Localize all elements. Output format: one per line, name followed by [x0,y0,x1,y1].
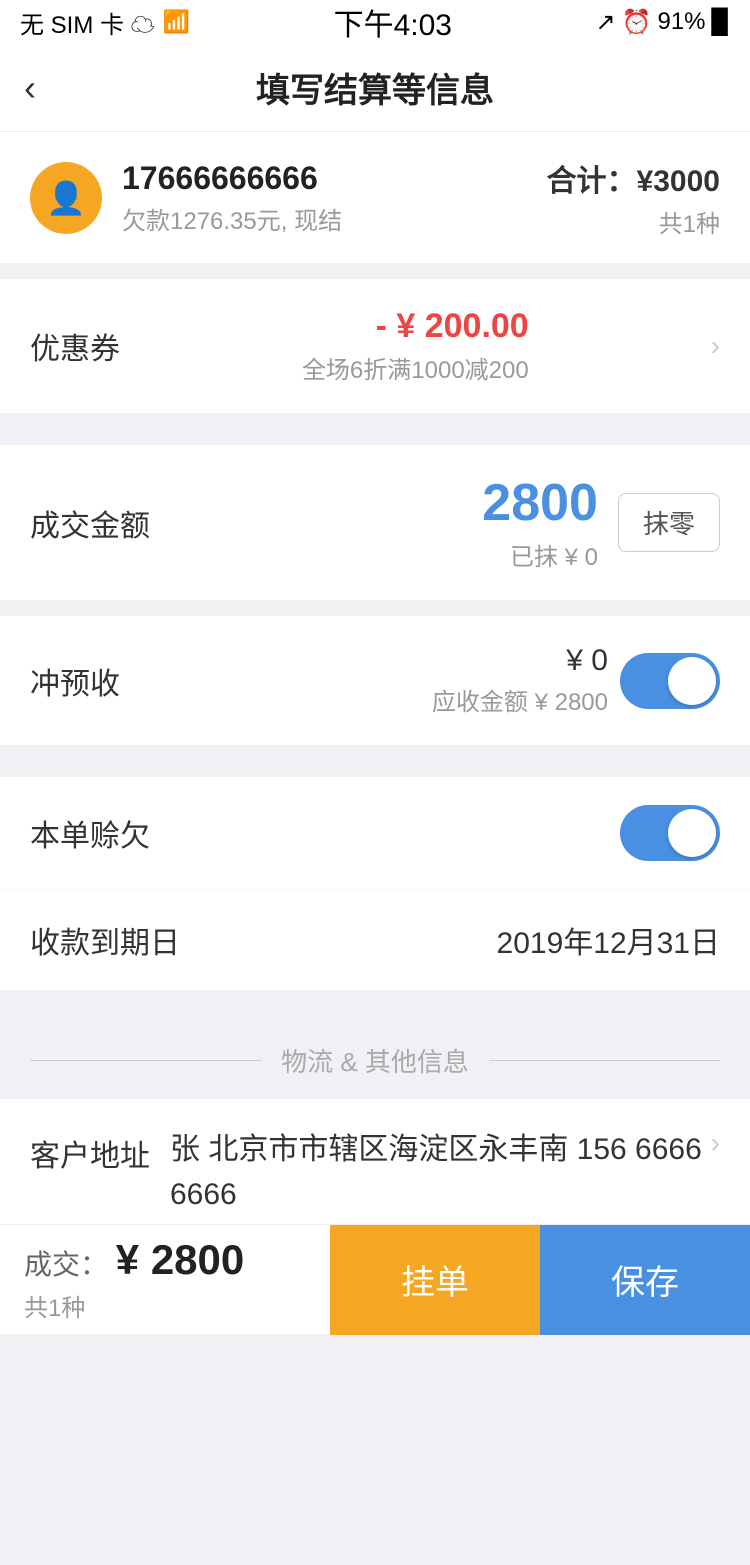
advance-right: ¥ 0 应收金额 ¥ 2800 [432,644,720,717]
nav-bar: ‹ 填写结算等信息 [0,44,750,132]
bottom-deal-row: 成交： ¥ 2800 [24,1236,306,1284]
address-label: 客户地址 [30,1127,150,1175]
coupon-row[interactable]: 优惠券 - ¥ 200.00 全场6折满1000减200 › [0,279,750,413]
due-date-value: 2019年12月31日 [497,918,720,962]
bottom-bar: 成交： ¥ 2800 共1种 挂单 保存 [0,1224,750,1334]
status-right: ↗ ⏰ 91% ▉ [595,8,730,37]
status-bar: 无 SIM 卡 ☁ 📶 下午4:03 ↗ ⏰ 91% ▉ [0,0,750,44]
back-button[interactable]: ‹ [24,67,36,109]
avatar: 👤 [30,162,102,234]
coupon-label: 优惠券 [30,324,120,368]
coupon-section: 优惠券 - ¥ 200.00 全场6折满1000减200 › [0,279,750,413]
save-button[interactable]: 保存 [540,1225,750,1335]
sep-line-left [30,1060,261,1061]
page-title: 填写结算等信息 [256,63,494,112]
battery-icon: ▉ [712,8,730,37]
divider-3 [0,1006,750,1022]
content: 👤 17666666666 欠款1276.35元, 现结 合计：¥3000 共1… [0,132,750,1565]
total-label: 合计：¥3000 [547,156,720,200]
customer-phone: 17666666666 [122,160,342,197]
address-chevron: › [711,1127,720,1159]
alarm-icon: ⏰ [622,8,652,37]
location-icon: ↗ [595,8,615,37]
debt-label: 本单赊欠 [30,811,150,855]
divider-2 [0,761,750,777]
debt-section: 本单赊欠 收款到期日 2019年12月31日 [0,777,750,990]
due-date-label: 收款到期日 [30,918,180,962]
status-left: 无 SIM 卡 ☁ 📶 [20,5,190,40]
bottom-summary: 成交： ¥ 2800 共1种 [0,1236,330,1323]
debt-toggle-track [620,805,720,861]
wifi-icon: 📶 [163,9,190,35]
coupon-value: - ¥ 200.00 [302,307,529,346]
customer-right: 合计：¥3000 共1种 [547,156,720,239]
bottom-count: 共1种 [24,1288,306,1323]
deal-amount-row: 成交金额 2800 已抹 ¥ 0 抹零 [0,445,750,600]
round-button[interactable]: 抹零 [618,493,720,552]
deal-amount-label: 成交金额 [30,501,150,545]
advance-label: 冲预收 [30,659,120,703]
deal-sub: 已抹 ¥ 0 [510,537,598,572]
coupon-chevron: › [711,330,720,362]
customer-info: 17666666666 欠款1276.35元, 现结 [122,160,342,236]
advance-toggle-track [620,653,720,709]
avatar-icon: 👤 [46,179,86,217]
due-date-row: 收款到期日 2019年12月31日 [0,890,750,990]
debt-toggle-thumb [668,809,716,857]
customer-card: 👤 17666666666 欠款1276.35元, 现结 合计：¥3000 共1… [0,132,750,263]
advance-toggle-thumb [668,657,716,705]
debt-row: 本单赊欠 [0,777,750,890]
divider-1 [0,429,750,445]
bottom-deal-label: 成交： [24,1249,108,1280]
advance-sub: 应收金额 ¥ 2800 [432,682,608,717]
deal-amount-section: 成交金额 2800 已抹 ¥ 0 抹零 [0,445,750,600]
deal-right: 2800 已抹 ¥ 0 抹零 [482,473,720,572]
customer-subtext: 欠款1276.35元, 现结 [122,201,342,236]
coupon-desc: 全场6折满1000减200 [302,350,529,385]
status-time: 下午4:03 [334,0,452,44]
debt-toggle[interactable] [620,805,720,861]
battery-label: 91% [657,8,705,36]
bottom-amount: ¥ 2800 [116,1236,244,1283]
logistics-separator: 物流 & 其他信息 [0,1022,750,1099]
address-content: 张 北京市市辖区海淀区永丰南 156 6666 6666 [170,1127,711,1217]
advance-row: 冲预收 ¥ 0 应收金额 ¥ 2800 [0,616,750,745]
logistics-sep-text: 物流 & 其他信息 [281,1042,469,1079]
sep-line-right [489,1060,720,1061]
customer-left: 👤 17666666666 欠款1276.35元, 现结 [30,160,342,236]
sim-label: 无 SIM 卡 ☁ [20,5,155,40]
coupon-right: - ¥ 200.00 全场6折满1000减200 [302,307,529,385]
advance-section: 冲预收 ¥ 0 应收金额 ¥ 2800 [0,616,750,745]
advance-value: ¥ 0 [432,644,608,678]
hang-button[interactable]: 挂单 [330,1225,540,1335]
advance-toggle[interactable] [620,653,720,709]
deal-value: 2800 [482,473,598,533]
deal-num-block: 2800 已抹 ¥ 0 [482,473,598,572]
total-count: 共1种 [547,204,720,239]
